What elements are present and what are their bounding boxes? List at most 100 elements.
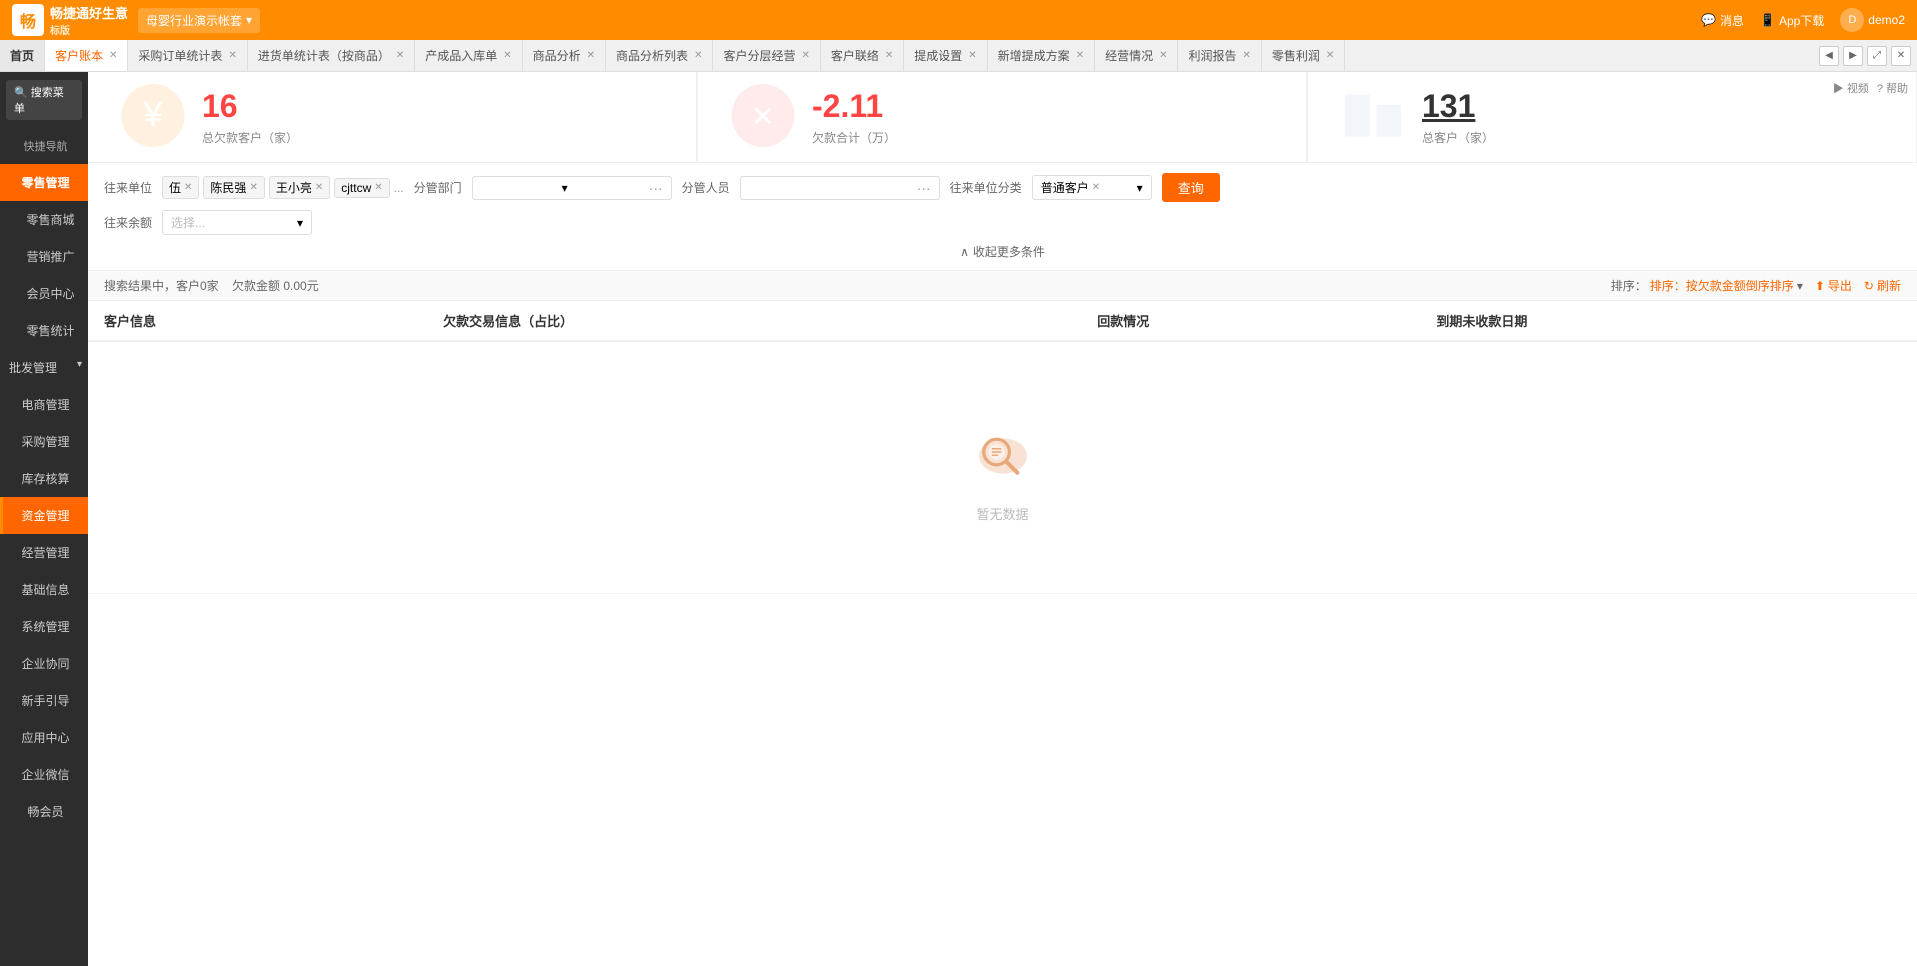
sidebar-item-retail-mall[interactable]: 零售商城	[0, 201, 88, 238]
close-tab-customer-contact[interactable]: ✕	[885, 50, 893, 61]
remove-unit-category[interactable]: ✕	[1092, 182, 1100, 193]
person-dots[interactable]: ···	[917, 180, 931, 196]
empty-state-label: 暂无数据	[976, 504, 1028, 523]
sidebar-item-member[interactable]: 会员中心	[0, 275, 88, 312]
sidebar-item-finance[interactable]: 资金管理	[0, 497, 88, 534]
close-tab-goods-analysis-list[interactable]: ✕	[694, 50, 702, 61]
close-tab-operations[interactable]: ✕	[1159, 50, 1167, 61]
empty-state: 暂无数据	[104, 352, 1901, 583]
sidebar-item-retail[interactable]: 零售管理	[0, 164, 88, 201]
close-tab-customer-segment[interactable]: ✕	[801, 50, 809, 61]
video-link[interactable]: ▶ 视频	[1833, 80, 1869, 96]
tab-commission-settings[interactable]: 提成设置 ✕	[904, 40, 987, 72]
close-tab-goods-analysis[interactable]: ✕	[587, 50, 595, 61]
sidebar-item-ecommerce[interactable]: 电商管理	[0, 386, 88, 423]
top-bar: 畅 畅捷通好生意 标版 母婴行业演示帐套 ▾ 💬 消息 📱 App下载 D de…	[0, 0, 1917, 40]
sidebar-item-operations-mgmt[interactable]: 经营管理	[0, 534, 88, 571]
tab-home[interactable]: 首页	[0, 40, 45, 72]
logo-area: 畅 畅捷通好生意 标版	[12, 3, 128, 37]
tab-add-commission[interactable]: 新增提成方案 ✕	[988, 40, 1095, 72]
remove-tag-1[interactable]: ✕	[249, 182, 257, 193]
stat-help-links: ▶ 视频 ? 帮助	[1833, 80, 1908, 96]
sidebar-item-marketing[interactable]: 营销推广	[0, 238, 88, 275]
sidebar-item-system-mgmt[interactable]: 系统管理	[0, 608, 88, 645]
tab-maximize-btn[interactable]: ⤢	[1867, 46, 1887, 66]
sidebar-item-app-center[interactable]: 应用中心	[0, 719, 88, 756]
sidebar-item-purchase[interactable]: 采购管理	[0, 423, 88, 460]
tab-purchase-order[interactable]: 采购订单统计表 ✕	[128, 40, 247, 72]
remove-tag-2[interactable]: ✕	[315, 182, 323, 193]
chevron-down-icon: ▾	[1797, 279, 1803, 293]
message-btn[interactable]: 💬 消息	[1701, 12, 1744, 29]
unit-category-tag: 普通客户 ✕	[1041, 179, 1100, 196]
th-customer-info: 客户信息	[88, 301, 427, 341]
close-tab-purchase-stats[interactable]: ✕	[396, 50, 404, 61]
remove-tag-3[interactable]: ✕	[374, 182, 382, 193]
tab-close-all-btn[interactable]: ✕	[1891, 46, 1911, 66]
query-button[interactable]: 查询	[1162, 173, 1220, 202]
empty-icon	[963, 412, 1043, 492]
remove-tag-0[interactable]: ✕	[184, 182, 192, 193]
results-info: 搜索结果中，客户0家 欠款金额 0.00元	[104, 277, 319, 294]
close-tab-add-commission[interactable]: ✕	[1076, 50, 1084, 61]
play-icon: ▶	[1833, 83, 1844, 95]
tab-customer-segment[interactable]: 客户分层经营 ✕	[713, 40, 820, 72]
sidebar-item-retail-stats[interactable]: 零售统计	[0, 312, 88, 349]
person-select[interactable]: ···	[740, 176, 940, 200]
sidebar-item-quick-nav[interactable]: 快捷导航	[0, 128, 88, 164]
balance-label: 往来余额	[104, 214, 152, 231]
user-menu[interactable]: D demo2	[1840, 8, 1905, 32]
tab-operations[interactable]: 经营情况 ✕	[1095, 40, 1178, 72]
close-tab-profit-report[interactable]: ✕	[1243, 50, 1251, 61]
help-link[interactable]: ? 帮助	[1877, 80, 1908, 96]
sidebar-search-box[interactable]: 🔍 搜索菜单	[6, 80, 82, 120]
filter-area: 往来单位 伍 ✕ 陈民强 ✕ 王小亮 ✕ cjttcw	[88, 163, 1917, 271]
dept-select[interactable]: ▾ ···	[472, 176, 672, 200]
stat-bg-icon-3	[1338, 81, 1408, 154]
close-tab-cost-in[interactable]: ✕	[503, 50, 511, 61]
svg-text:¥: ¥	[142, 95, 163, 134]
close-tab-customer-ledger[interactable]: ✕	[109, 50, 117, 61]
tab-profit-report[interactable]: 利润报告 ✕	[1178, 40, 1261, 72]
tab-customer-contact[interactable]: 客户联络 ✕	[821, 40, 904, 72]
refresh-btn[interactable]: ↻ 刷新	[1864, 277, 1901, 294]
svg-text:✕: ✕	[751, 101, 774, 132]
chevron-up-icon: ∧	[960, 245, 969, 259]
sidebar-item-member-vip[interactable]: 畅会员	[0, 793, 88, 830]
avatar: D	[1840, 8, 1864, 32]
tab-goods-analysis[interactable]: 商品分析 ✕	[523, 40, 606, 72]
app-download-btn[interactable]: 📱 App下载	[1760, 12, 1824, 29]
top-bar-right: 💬 消息 📱 App下载 D demo2	[1701, 8, 1905, 32]
th-repayment: 回款情况	[1081, 301, 1420, 341]
tab-goods-analysis-list[interactable]: 商品分析列表 ✕	[606, 40, 713, 72]
tab-retail-profit[interactable]: 零售利润 ✕	[1262, 40, 1345, 72]
sidebar-item-enterprise-coop[interactable]: 企业协同	[0, 645, 88, 682]
tab-purchase-stats[interactable]: 进货单统计表（按商品） ✕	[248, 40, 415, 72]
tab-cost-in[interactable]: 产成品入库单 ✕	[415, 40, 522, 72]
sidebar-item-enterprise-wechat[interactable]: 企业微信	[0, 756, 88, 793]
company-selector[interactable]: 母婴行业演示帐套 ▾	[138, 8, 260, 33]
stat-total-customers-value: 16	[202, 88, 298, 125]
balance-select[interactable]: 选择... ▾	[162, 210, 312, 235]
unit-category-select[interactable]: 普通客户 ✕ ▾	[1032, 175, 1152, 200]
export-btn[interactable]: ⬆ 导出	[1815, 277, 1852, 294]
sidebar-item-wholesale[interactable]: 批发管理▾	[0, 349, 88, 386]
stat-total-clients: 131 总客户（家） ▶ 视频 ? 帮助	[1307, 72, 1917, 162]
collapse-btn[interactable]: ∧ 收起更多条件	[960, 243, 1045, 260]
sort-select[interactable]: 排序： 排序：按欠款金额倒序排序 ▾	[1611, 277, 1803, 294]
close-tab-retail-profit[interactable]: ✕	[1326, 50, 1334, 61]
close-tab-commission-settings[interactable]: ✕	[968, 50, 976, 61]
dept-label: 分管部门	[414, 179, 462, 196]
close-tab-purchase-order[interactable]: ✕	[228, 50, 236, 61]
tab-next-btn[interactable]: ▶	[1843, 46, 1863, 66]
filter-more-btn[interactable]: ...	[394, 181, 404, 195]
sidebar-item-inventory[interactable]: 库存核算	[0, 460, 88, 497]
sidebar-item-new-guide[interactable]: 新手引导	[0, 682, 88, 719]
tab-customer-ledger[interactable]: 客户账本 ✕	[45, 40, 128, 72]
chevron-down-icon: ▾	[297, 216, 303, 230]
dept-dots[interactable]: ···	[649, 180, 663, 196]
main-layout: 🔍 搜索菜单 快捷导航 零售管理 零售商城 营销推广 会员中心 零售统计 批发管…	[0, 72, 1917, 966]
sidebar-item-basic-info[interactable]: 基础信息	[0, 571, 88, 608]
filter-tag-3: cjttcw ✕	[334, 178, 389, 198]
tab-prev-btn[interactable]: ◀	[1819, 46, 1839, 66]
